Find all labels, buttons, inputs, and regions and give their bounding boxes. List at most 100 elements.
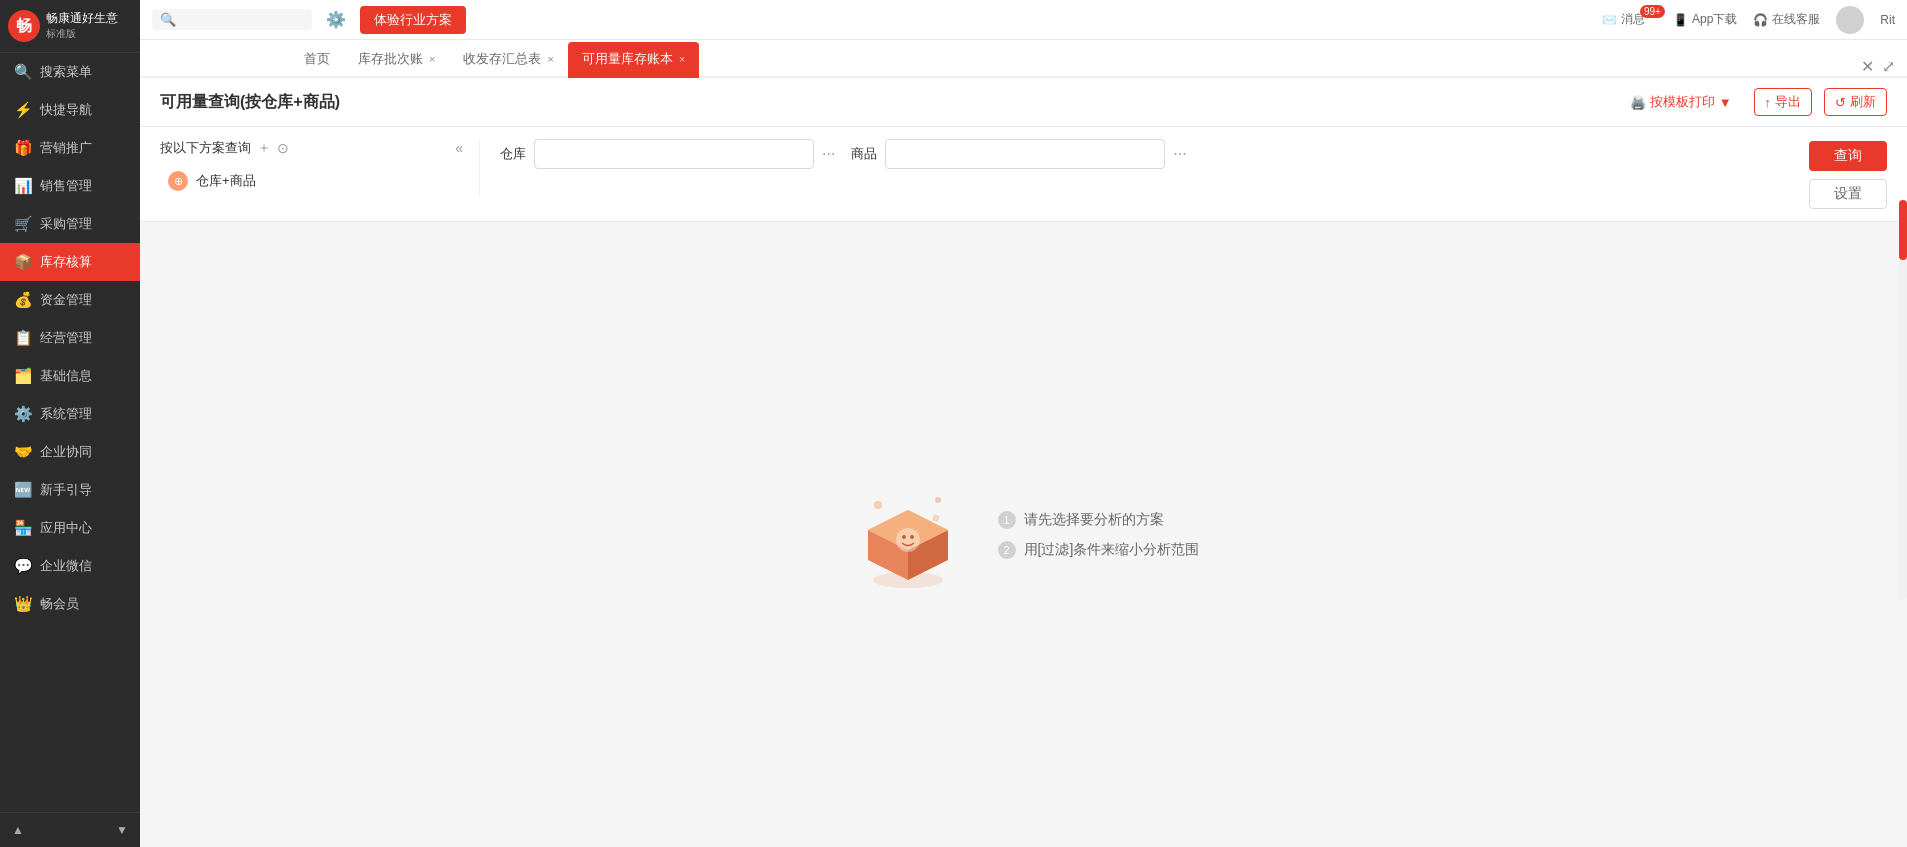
page-header: 可用量查询(按仓库+商品) 🖨️ 按模板打印 ▼ ↑ 导出 ↺ 刷新	[140, 78, 1907, 127]
phone-icon: 📱	[1673, 13, 1688, 27]
sidebar-item-marketing[interactable]: 🎁 营销推广	[0, 129, 140, 167]
message-badge: 99+	[1640, 5, 1665, 18]
tab-available-close[interactable]: ×	[679, 53, 685, 65]
svg-point-9	[935, 497, 941, 503]
online-service-button[interactable]: 🎧 在线客服	[1753, 11, 1820, 28]
sidebar-item-enterprise[interactable]: 🤝 企业协同	[0, 433, 140, 471]
tabbar-right: ✕ ⤢	[1861, 57, 1907, 76]
product-label: 商品	[851, 145, 877, 163]
vip-icon: 👑	[14, 595, 32, 613]
sidebar-item-guide[interactable]: 🆕 新手引导	[0, 471, 140, 509]
sidebar-item-operation[interactable]: 📋 经营管理	[0, 319, 140, 357]
product-field: 商品 ···	[851, 139, 1186, 169]
right-scrollbar[interactable]	[1899, 200, 1907, 600]
app-download-button[interactable]: 📱 App下载	[1673, 11, 1737, 28]
sidebar-scroll-up[interactable]: ▲	[8, 821, 28, 839]
system-icon: ⚙️	[14, 405, 32, 423]
warehouse-label: 仓库	[500, 145, 526, 163]
sidebar-header: 畅 畅康通好生意 标准版	[0, 0, 140, 53]
username-label: Rit	[1880, 13, 1895, 27]
basic-icon: 🗂️	[14, 367, 32, 385]
shortcut-icon: ⚡	[14, 101, 32, 119]
product-input[interactable]	[885, 139, 1165, 169]
sidebar-item-inventory[interactable]: 📦 库存核算	[0, 243, 140, 281]
sidebar-item-wechat[interactable]: 💬 企业微信	[0, 547, 140, 585]
enterprise-icon: 🤝	[14, 443, 32, 461]
tab-batch[interactable]: 库存批次账 ×	[344, 42, 449, 78]
scheme-collapse-button[interactable]: «	[455, 140, 463, 156]
sales-icon: 📊	[14, 177, 32, 195]
sidebar-scroll: 🔍 搜索菜单 ⚡ 快捷导航 🎁 营销推广 📊 销售管理 🛒 采购管理 📦 库存核…	[0, 53, 140, 812]
scheme-label: 按以下方案查询	[160, 139, 251, 157]
sidebar-item-system[interactable]: ⚙️ 系统管理	[0, 395, 140, 433]
sidebar-item-purchase[interactable]: 🛒 采购管理	[0, 205, 140, 243]
sidebar-item-appcenter[interactable]: 🏪 应用中心	[0, 509, 140, 547]
sidebar-item-shortcut[interactable]: ⚡ 快捷导航	[0, 91, 140, 129]
brand-sub: 标准版	[46, 27, 118, 41]
sidebar-item-search[interactable]: 🔍 搜索菜单	[0, 53, 140, 91]
export-button[interactable]: ↑ 导出	[1754, 88, 1813, 116]
message-button[interactable]: ✉️ 消息 99+	[1602, 11, 1657, 28]
wechat-icon: 💬	[14, 557, 32, 575]
sidebar-item-vip[interactable]: 👑 畅会员	[0, 585, 140, 623]
scheme-header: 按以下方案查询 ＋ ⊙ «	[160, 139, 463, 157]
filter-row-1: 仓库 ··· 商品 ···	[500, 139, 1793, 169]
warehouse-input[interactable]	[534, 139, 814, 169]
gift-icon: 🎁	[14, 139, 32, 157]
guide-icon: 🆕	[14, 481, 32, 499]
sidebar-scroll-down[interactable]: ▼	[112, 821, 132, 839]
tab-summary[interactable]: 收发存汇总表 ×	[449, 42, 567, 78]
sidebar-item-basic[interactable]: 🗂️ 基础信息	[0, 357, 140, 395]
tip-number-2: 2	[998, 541, 1016, 559]
svg-point-8	[874, 501, 882, 509]
refresh-button[interactable]: ↺ 刷新	[1824, 88, 1887, 116]
empty-illustration	[848, 475, 968, 595]
action-buttons: 查询 设置	[1793, 139, 1887, 209]
filter-area: 按以下方案查询 ＋ ⊙ « ⊕ 仓库+商品 仓库 ···	[140, 127, 1907, 222]
tab-batch-close[interactable]: ×	[429, 53, 435, 65]
empty-tip-1: 1 请先选择要分析的方案	[998, 511, 1200, 529]
print-button[interactable]: 🖨️ 按模板打印 ▼	[1620, 89, 1742, 115]
sidebar-item-sales[interactable]: 📊 销售管理	[0, 167, 140, 205]
inventory-icon: 📦	[14, 253, 32, 271]
scrollbar-thumb[interactable]	[1899, 200, 1907, 260]
sidebar-footer: ▲ ▼	[0, 812, 140, 847]
expand-button[interactable]: ⤢	[1882, 57, 1895, 76]
sidebar-logo: 畅	[8, 10, 40, 42]
sidebar-item-finance[interactable]: 💰 资金管理	[0, 281, 140, 319]
scheme-item-warehouse-product[interactable]: ⊕ 仓库+商品	[160, 165, 463, 197]
sidebar: 畅 畅康通好生意 标准版 🔍 搜索菜单 ⚡ 快捷导航 🎁 营销推广 📊 销售管理…	[0, 0, 140, 847]
tabbar: 首页 库存批次账 × 收发存汇总表 × 可用量库存账本 × ✕ ⤢	[140, 40, 1907, 78]
scheme-add-button[interactable]: ＋	[257, 139, 271, 157]
topbar-search-box[interactable]: 🔍	[152, 9, 312, 30]
page-title: 可用量查询(按仓库+商品)	[160, 92, 340, 113]
brand-name: 畅康通好生意	[46, 11, 118, 27]
query-button[interactable]: 查询	[1809, 141, 1887, 171]
search-icon: 🔍	[160, 12, 176, 27]
topbar: 🔍 ⚙️ 体验行业方案 ✉️ 消息 99+ 📱 App下载 🎧 在线客服 Rit	[140, 0, 1907, 40]
industry-solution-button[interactable]: 体验行业方案	[360, 6, 466, 34]
scheme-setting-button[interactable]: ⊙	[277, 140, 289, 156]
close-tab-button[interactable]: ✕	[1861, 57, 1874, 76]
settings-button[interactable]: 设置	[1809, 179, 1887, 209]
export-icon: ↑	[1765, 95, 1772, 110]
headset-icon: 🎧	[1753, 13, 1768, 27]
header-actions: 🖨️ 按模板打印 ▼ ↑ 导出 ↺ 刷新	[1620, 88, 1887, 116]
empty-tip-2: 2 用[过滤]条件来缩小分析范围	[998, 541, 1200, 559]
print-dropdown-icon[interactable]: ▼	[1719, 95, 1732, 110]
tab-summary-close[interactable]: ×	[547, 53, 553, 65]
search-icon: 🔍	[14, 63, 32, 81]
warehouse-more-button[interactable]: ···	[822, 145, 835, 163]
tab-available[interactable]: 可用量库存账本 ×	[568, 42, 699, 78]
tab-home[interactable]: 首页	[290, 42, 344, 78]
svg-point-5	[896, 528, 920, 552]
message-icon: ✉️	[1602, 13, 1617, 27]
user-avatar[interactable]	[1836, 6, 1864, 34]
main-content: 🔍 ⚙️ 体验行业方案 ✉️ 消息 99+ 📱 App下载 🎧 在线客服 Rit	[140, 0, 1907, 847]
scheme-item-icon: ⊕	[168, 171, 188, 191]
empty-tips: 1 请先选择要分析的方案 2 用[过滤]条件来缩小分析范围	[998, 511, 1200, 559]
product-more-button[interactable]: ···	[1173, 145, 1186, 163]
topbar-settings-button[interactable]: ⚙️	[320, 8, 352, 31]
printer-icon: 🖨️	[1630, 95, 1646, 110]
finance-icon: 💰	[14, 291, 32, 309]
